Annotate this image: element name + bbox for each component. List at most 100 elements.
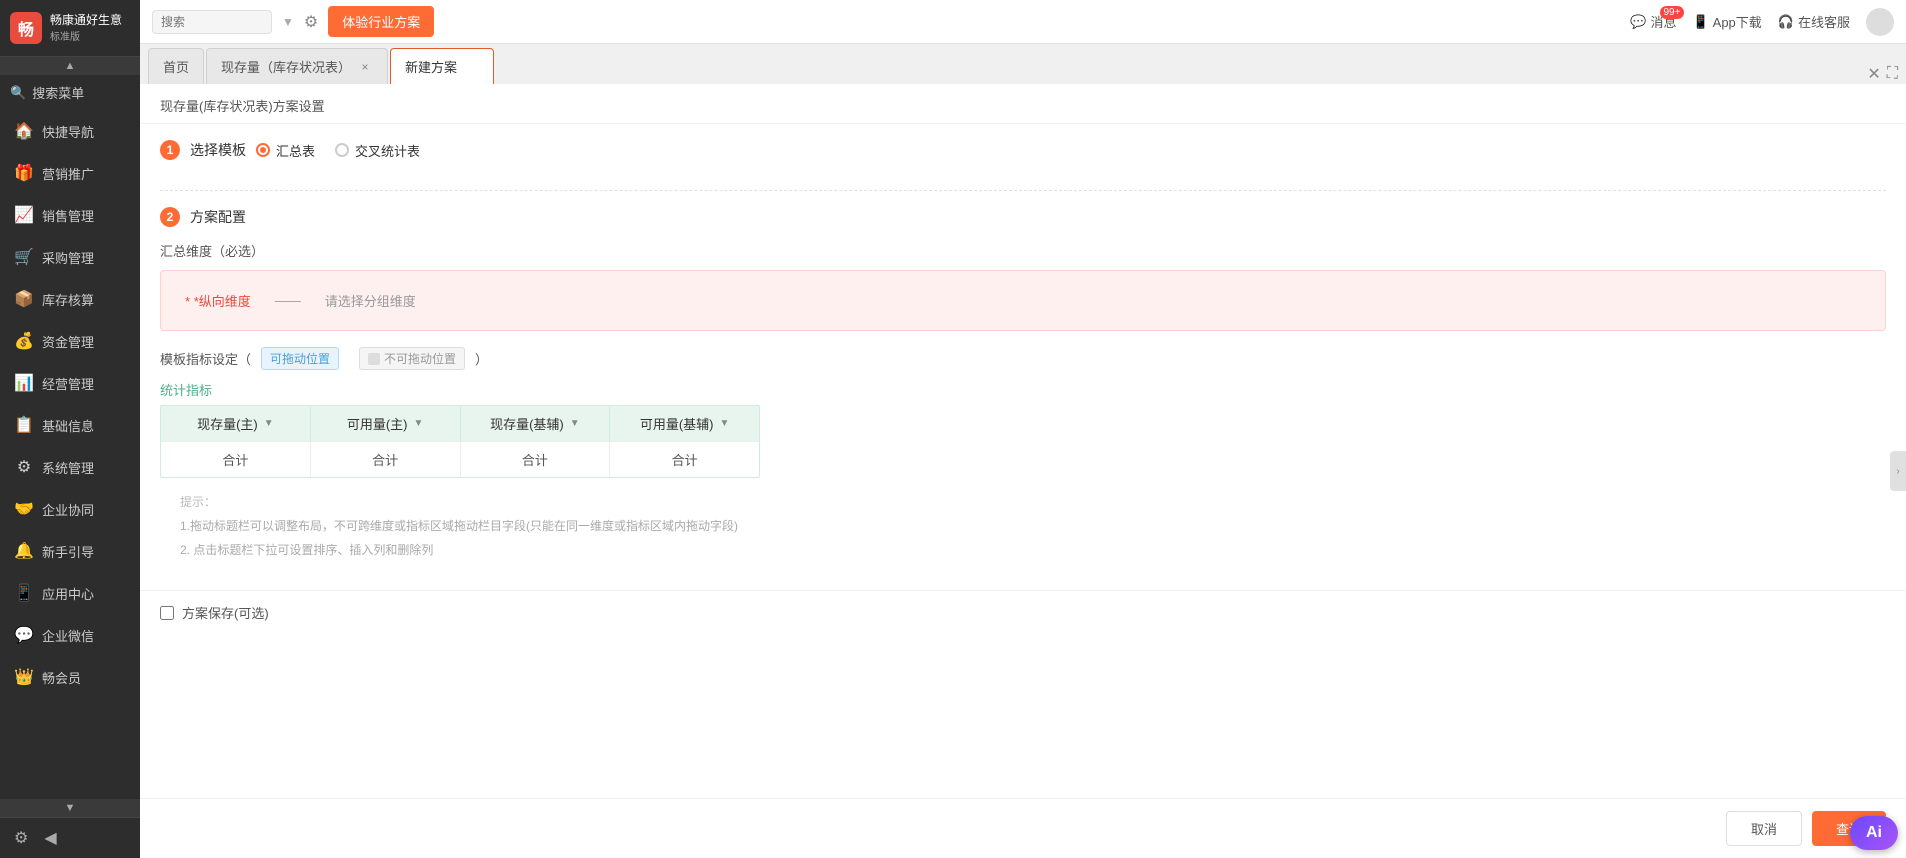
col2-dropdown-icon[interactable]: ▼ [414,418,424,429]
collapse-icon[interactable]: ◀ [44,828,56,848]
right-panel-collapse[interactable]: › [1890,451,1906,491]
step1-header: 1 选择模板 汇总表 交叉统计表 [160,140,1886,160]
stats-body-row: 合计 合计 合计 合计 [161,441,759,477]
sidebar-item-purchase[interactable]: 🛒 采购管理 [0,236,140,278]
topbar-dropdown-arrow[interactable]: ▼ [282,15,294,29]
topbar-search-input[interactable] [152,10,272,34]
tab-new-plan-label: 新建方案 [405,57,457,76]
tab-new-plan-close[interactable]: × [463,59,479,75]
content-area: 现存量(库存状况表)方案设置 1 选择模板 汇总表 交叉统计表 [140,84,1906,858]
window-controls: ✕ ⛶ [1867,64,1906,84]
box-icon: 📦 [14,289,34,309]
topbar-gear-icon[interactable]: ⚙ [304,12,318,32]
app-download-btn[interactable]: 📱 App下载 [1692,12,1761,31]
radio-cross-circle [335,143,349,157]
sidebar-label-sales: 销售管理 [42,206,94,225]
stats-section: 统计指标 现存量(主) ▼ 可用量(主) ▼ 现存量(基辅) [160,380,1886,478]
col3-dropdown-icon[interactable]: ▼ [570,418,580,429]
sidebar-label-finance: 资金管理 [42,332,94,351]
sidebar-item-newbie[interactable]: 🔔 新手引导 [0,530,140,572]
tab-inventory-status[interactable]: 现存量（库存状况表） × [206,48,388,84]
stats-col1-header[interactable]: 现存量(主) ▼ [161,406,311,441]
app-icon: 📱 [14,583,34,603]
sidebar-scroll-up[interactable]: ▲ [0,57,140,75]
sidebar-item-wechat[interactable]: 💬 企业微信 [0,614,140,656]
radio-cross[interactable]: 交叉统计表 [335,141,420,160]
step1-title: 选择模板 [190,140,246,160]
bell-icon: 🔔 [14,541,34,561]
sidebar-item-system[interactable]: ⚙ 系统管理 [0,446,140,488]
stats-table: 现存量(主) ▼ 可用量(主) ▼ 现存量(基辅) ▼ 可用量(基辅) [160,405,760,478]
tips-section: 提示： 1.拖动标题栏可以调整布局，不可跨维度或指标区域拖动栏目字段(只能在同一… [160,478,1886,574]
sidebar-item-basic-info[interactable]: 📋 基础信息 [0,404,140,446]
stats-col3-header[interactable]: 现存量(基辅) ▼ [461,406,611,441]
save-checkbox[interactable] [160,606,174,620]
col4-dropdown-icon[interactable]: ▼ [720,418,730,429]
tab-new-plan[interactable]: 新建方案 × [390,48,494,84]
stats-header-row: 现存量(主) ▼ 可用量(主) ▼ 现存量(基辅) ▼ 可用量(基辅) [161,406,759,441]
indicators-close-paren: ） [475,349,488,368]
trial-btn[interactable]: 体验行业方案 [328,6,434,37]
sidebar-item-quick-nav[interactable]: 🏠 快捷导航 [0,110,140,152]
sidebar-label-marketing: 营销推广 [42,164,94,183]
sidebar-search[interactable]: 🔍 搜索菜单 [0,75,140,110]
gift-icon: 🎁 [14,163,34,183]
tabbar: 首页 现存量（库存状况表） × 新建方案 × ✕ ⛶ [140,44,1906,84]
stats-col2-header[interactable]: 可用量(主) ▼ [311,406,461,441]
topbar: ▼ ⚙ 体验行业方案 💬 消息 99+ 📱 App下载 🎧 在线客服 [140,0,1906,44]
page-title: 现存量(库存状况表)方案设置 [140,84,1906,124]
ai-float-button[interactable]: Ai [1850,816,1898,850]
tips-title: 提示： [180,495,216,509]
online-service-btn[interactable]: 🎧 在线客服 [1778,12,1850,31]
sidebar-item-sales[interactable]: 📈 销售管理 [0,194,140,236]
sidebar-label-member: 畅会员 [42,668,81,687]
sidebar-menu: 🔍 搜索菜单 🏠 快捷导航 🎁 营销推广 📈 销售管理 🛒 采购管理 📦 库存核… [0,75,140,799]
tab-home[interactable]: 首页 [148,48,204,84]
sidebar-label-system: 系统管理 [42,458,94,477]
sidebar-item-enterprise[interactable]: 🤝 企业协同 [0,488,140,530]
notification-btn[interactable]: 💬 消息 99+ [1630,12,1676,31]
save-checkbox-bar: 方案保存(可选) [140,590,1906,682]
main-area: ▼ ⚙ 体验行业方案 💬 消息 99+ 📱 App下载 🎧 在线客服 首页 [140,0,1906,858]
crown-icon: 👑 [14,667,34,687]
sidebar-item-marketing[interactable]: 🎁 营销推广 [0,152,140,194]
sidebar-item-finance[interactable]: 💰 资金管理 [0,320,140,362]
money-icon: 💰 [14,331,34,351]
sidebar-item-inventory[interactable]: 📦 库存核算 [0,278,140,320]
sidebar-label-inventory: 库存核算 [42,290,94,309]
search-icon: 🔍 [10,85,26,101]
step2-header: 2 方案配置 [160,207,1886,227]
footer-buttons: 取消 查询 [140,798,1906,858]
stats-col4-value: 合计 [610,442,759,477]
sidebar-item-member[interactable]: 👑 畅会员 [0,656,140,698]
user-avatar[interactable] [1866,8,1894,36]
cancel-button[interactable]: 取消 [1726,811,1802,846]
window-expand-icon[interactable]: ⛶ [1887,65,1898,83]
sidebar-item-operations[interactable]: 📊 经营管理 [0,362,140,404]
sidebar-label-operations: 经营管理 [42,374,94,393]
message-icon: 💬 [1630,14,1646,30]
radio-summary-circle [256,143,270,157]
save-checkbox-label[interactable]: 方案保存(可选) [182,603,269,622]
sidebar-label-purchase: 采购管理 [42,248,94,267]
step2-section: 2 方案配置 汇总维度（必选） * *纵向维度 —— 请选择分组维度 模板指标设… [140,191,1906,590]
indicators-label-row: 模板指标设定（ 可拖动位置 不可拖动位置 ） [160,347,1886,370]
tab-inventory-close[interactable]: × [357,59,373,75]
col1-dropdown-icon[interactable]: ▼ [264,418,274,429]
online-service-label: 在线客服 [1798,12,1850,31]
non-draggable-tag: 不可拖动位置 [359,347,465,370]
tips-item1: 1.拖动标题栏可以调整布局，不可跨维度或指标区域拖动栏目字段(只能在同一维度或指… [180,519,738,533]
sidebar-item-app-center[interactable]: 📱 应用中心 [0,572,140,614]
radio-summary-label: 汇总表 [276,141,315,160]
sidebar-label-quick-nav: 快捷导航 [42,122,94,141]
window-close-icon[interactable]: ✕ [1867,64,1880,84]
radio-summary[interactable]: 汇总表 [256,141,315,160]
template-radio-group: 汇总表 交叉统计表 [256,141,420,160]
settings-icon[interactable]: ⚙ [14,828,28,848]
info-icon: 📋 [14,415,34,435]
stats-col4-header[interactable]: 可用量(基辅) ▼ [610,406,759,441]
sidebar-scroll-down[interactable]: ▼ [0,799,140,817]
sidebar-label-app-center: 应用中心 [42,584,94,603]
app-name: 畅康通好生意 [50,13,122,29]
dimension-box[interactable]: * *纵向维度 —— 请选择分组维度 [160,270,1886,331]
